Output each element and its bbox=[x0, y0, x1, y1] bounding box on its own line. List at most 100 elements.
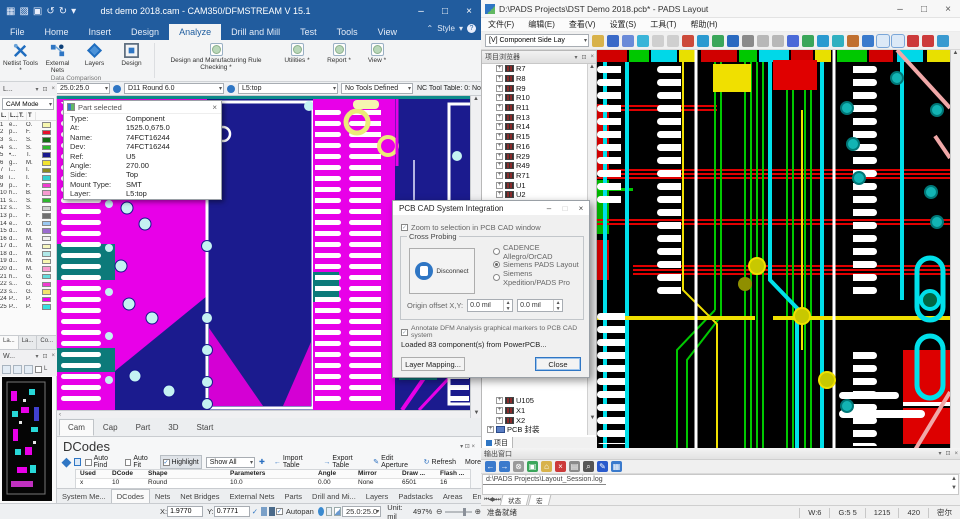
external-nets-button[interactable]: External Nets bbox=[39, 40, 76, 74]
dropdown-icon[interactable]: ▾ bbox=[33, 86, 40, 93]
cam-titlebar[interactable]: ▦ ▧ ▣ ↺ ↻ ▾ dst demo 2018.cam - CAM350/DFMSTR… bbox=[0, 0, 481, 22]
layer-row[interactable]: 9 p... F. bbox=[0, 182, 56, 190]
ribbon-tab[interactable]: Home bbox=[35, 24, 79, 40]
ribbon-tab[interactable]: Test bbox=[290, 24, 327, 40]
origin-x-field[interactable] bbox=[468, 302, 503, 309]
dcodes-action-button[interactable]: ✎ Edit Aperture bbox=[373, 455, 416, 469]
expand-icon[interactable] bbox=[496, 94, 503, 102]
output-tab[interactable]: 状态 bbox=[499, 494, 530, 506]
origin-y-field[interactable] bbox=[518, 302, 553, 309]
expand-icon[interactable] bbox=[496, 397, 503, 405]
ribbon-tab[interactable]: File bbox=[0, 24, 35, 40]
close-icon[interactable] bbox=[936, 0, 960, 18]
cam-canvas-hscrollbar[interactable]: ‹ bbox=[57, 410, 470, 418]
layer-color-swatch[interactable] bbox=[42, 258, 51, 265]
ribbon-tab[interactable]: Design bbox=[121, 24, 169, 40]
expand-icon[interactable] bbox=[487, 426, 494, 434]
origin-icon[interactable] bbox=[317, 507, 324, 516]
verify-icon[interactable] bbox=[832, 34, 844, 47]
pin-icon[interactable]: ⊡ bbox=[579, 54, 588, 61]
layer-color-swatch[interactable] bbox=[42, 137, 51, 143]
collapse-ribbon-icon[interactable]: ⌃ bbox=[426, 24, 433, 33]
tab-scroll-icons[interactable]: ⏮◀▶⏭ bbox=[484, 496, 501, 504]
origin-x-spinner[interactable]: ▲▼ bbox=[467, 299, 514, 312]
close-icon[interactable]: × bbox=[49, 353, 57, 359]
minimize-icon[interactable] bbox=[409, 0, 433, 22]
undo-icon[interactable] bbox=[757, 34, 769, 47]
layer-row[interactable]: 20 d... M. bbox=[0, 265, 56, 273]
menu-item[interactable]: 帮助(H) bbox=[683, 19, 724, 30]
drc-on-icon[interactable] bbox=[907, 34, 919, 47]
layer-color-swatch[interactable] bbox=[42, 281, 51, 288]
layers-panel-tab[interactable]: Co... bbox=[37, 336, 58, 349]
layer-color-swatch[interactable] bbox=[42, 205, 51, 212]
minimize-icon[interactable]: – bbox=[541, 204, 557, 213]
show-all-select[interactable]: Show All bbox=[205, 456, 256, 468]
macro-pen-icon[interactable]: ✎ bbox=[597, 461, 608, 472]
world-layer-checkbox[interactable] bbox=[35, 365, 42, 373]
home-icon[interactable]: ⌂ bbox=[541, 461, 552, 472]
menu-item[interactable]: 工具(T) bbox=[643, 19, 683, 30]
diagonal-icon[interactable] bbox=[334, 507, 341, 516]
menu-item[interactable]: 设置(S) bbox=[603, 19, 644, 30]
layer-color-swatch[interactable] bbox=[42, 220, 51, 227]
expand-icon[interactable] bbox=[496, 133, 503, 141]
pour-icon[interactable] bbox=[802, 34, 814, 47]
layer-color-swatch[interactable] bbox=[42, 160, 51, 166]
stop-icon[interactable]: ⊗ bbox=[513, 461, 524, 472]
layer-color-swatch[interactable] bbox=[42, 122, 51, 128]
expand-icon[interactable] bbox=[496, 407, 503, 415]
spinner-arrows-icon[interactable]: ▲ ▼ bbox=[503, 299, 512, 312]
pin-icon[interactable]: ⊡ bbox=[943, 450, 952, 457]
filter-icon[interactable] bbox=[817, 34, 829, 47]
print-icon[interactable]: ▤ bbox=[569, 461, 580, 472]
measure-icon[interactable] bbox=[727, 34, 739, 47]
layer-row[interactable]: 17 d... M. bbox=[0, 243, 56, 251]
layer-select[interactable]: [V] Component Side Lay bbox=[485, 34, 589, 47]
layer-color-swatch[interactable] bbox=[42, 304, 51, 310]
zoom-slider[interactable] bbox=[445, 507, 472, 516]
tree-item-component[interactable]: X1 bbox=[482, 406, 596, 416]
redo-icon[interactable] bbox=[772, 34, 784, 47]
ribbon-small-button[interactable]: Utilities * bbox=[275, 40, 319, 81]
layer-color-swatch[interactable] bbox=[42, 190, 51, 196]
grid-status-combo[interactable]: 25.0:25.0 bbox=[341, 506, 382, 517]
eco-icon[interactable] bbox=[682, 34, 694, 47]
dcodes-action-button[interactable]: ✚ bbox=[259, 455, 267, 469]
panel-tab[interactable]: System Me... bbox=[57, 490, 111, 503]
dcode-pick-icon[interactable] bbox=[61, 457, 72, 467]
dcodes-panel-buttons[interactable]: ▾ ⊡ × bbox=[460, 443, 475, 450]
tree-item-component[interactable]: R16 bbox=[482, 142, 596, 152]
world-zoom-icon[interactable] bbox=[2, 364, 11, 374]
layer-color-swatch[interactable] bbox=[42, 289, 51, 295]
part-popup-titlebar[interactable]: Part selected × bbox=[64, 101, 221, 114]
design-button[interactable]: Design bbox=[113, 40, 150, 74]
layer-row[interactable]: 6 g... M. bbox=[0, 159, 56, 167]
layer-row[interactable]: 14 e... O. bbox=[0, 220, 56, 228]
cam-icon[interactable] bbox=[937, 34, 949, 47]
nc-tools-combo[interactable]: No Tools Defined bbox=[341, 83, 413, 94]
dialog-titlebar[interactable]: PCB CAD System Integration – □ × bbox=[393, 201, 589, 215]
layer-row[interactable]: 18 d... M. bbox=[0, 250, 56, 258]
expand-icon[interactable] bbox=[496, 181, 503, 189]
delete-icon[interactable]: × bbox=[555, 461, 566, 472]
move-icon[interactable] bbox=[742, 34, 754, 47]
layer-row[interactable]: 1 e... O. bbox=[0, 121, 56, 129]
maximize-icon[interactable] bbox=[433, 0, 457, 22]
layer-color-swatch[interactable] bbox=[42, 182, 51, 189]
pads-canvas[interactable] bbox=[597, 48, 952, 452]
disconnect-button[interactable]: Disconnect bbox=[409, 248, 475, 294]
layer-color-swatch[interactable] bbox=[42, 213, 51, 219]
expand-icon[interactable] bbox=[496, 171, 503, 179]
tree-item-component[interactable]: R10 bbox=[482, 93, 596, 103]
ribbon-tab[interactable]: Analyze bbox=[169, 24, 222, 40]
close-icon[interactable]: × bbox=[588, 54, 596, 60]
find-icon[interactable]: ⌕ bbox=[583, 461, 594, 472]
globe-icon[interactable] bbox=[862, 34, 874, 47]
layer-row[interactable]: 19 d... M. bbox=[0, 258, 56, 266]
cad-system-radio[interactable]: Siemens Xpedition/PADS Pro bbox=[493, 269, 583, 287]
annotate-markers-checkbox[interactable] bbox=[401, 328, 408, 336]
back-icon[interactable]: ← bbox=[485, 461, 496, 472]
frame-icon[interactable] bbox=[325, 507, 333, 516]
tree-item-component[interactable]: R13 bbox=[482, 112, 596, 122]
